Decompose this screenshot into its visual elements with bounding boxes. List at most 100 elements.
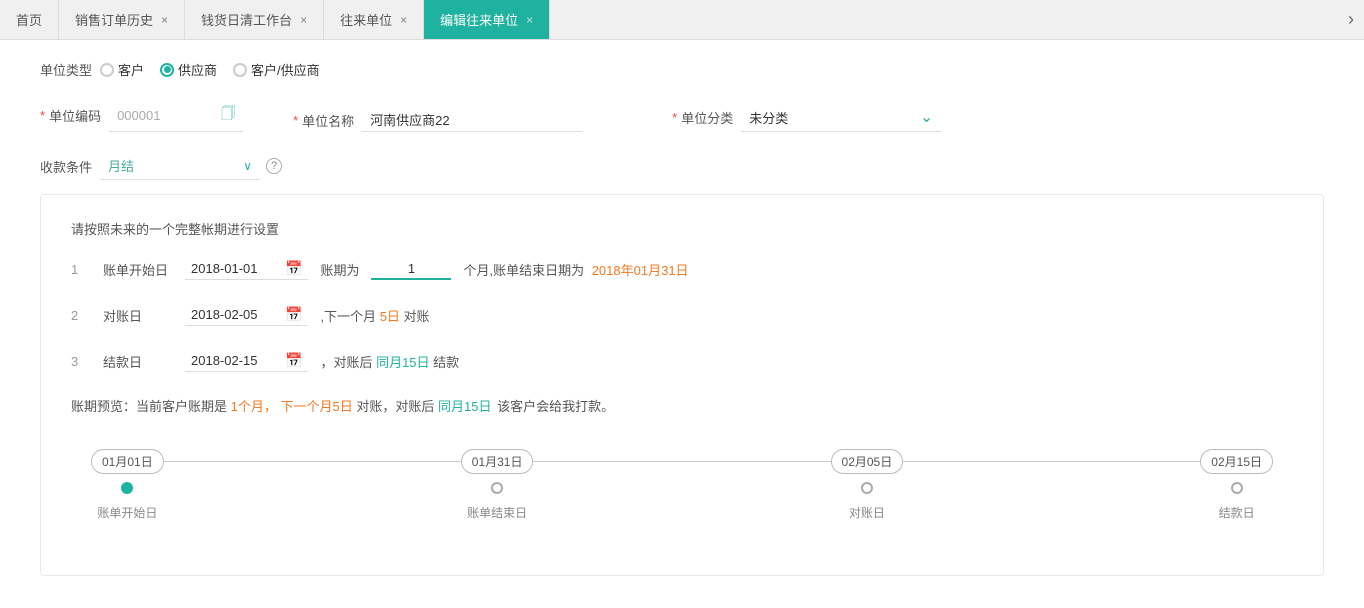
unit-code-label: 单位编码 [49, 106, 101, 125]
tab-sales-close-icon[interactable]: × [161, 13, 168, 27]
timeline-dot-2 [491, 482, 503, 494]
tab-partner-label: 往来单位 [340, 10, 392, 29]
chevron-down-icon: ⌄ [920, 107, 933, 127]
radio-both[interactable]: 客户/供应商 [233, 60, 320, 79]
unit-type-row: 单位类型 客户 供应商 客户/供应商 [40, 60, 1324, 79]
payment-group: 收款条件 月结 ∨ ? [40, 152, 282, 180]
preview-span3: 同月15日 [438, 399, 491, 414]
date-field-3[interactable] [191, 353, 281, 368]
timeline-item-3: 02月05日 对账日 [831, 449, 904, 521]
preview-span2: 下一个月5日 [281, 399, 353, 414]
radio-both-circle [233, 63, 247, 77]
date-field-2[interactable] [191, 307, 281, 322]
radio-supplier[interactable]: 供应商 [160, 60, 217, 79]
tab-sales-order[interactable]: 销售订单历史 × [59, 0, 185, 39]
unit-class-select[interactable]: 未分类 ⌄ [741, 103, 941, 132]
setting-row-2: 2 对账日 📅 ,下一个月 5日 对账 [71, 304, 1293, 326]
unit-name-star: * [293, 113, 298, 128]
row-num-2: 2 [71, 308, 91, 323]
timeline-dot-1 [121, 482, 133, 494]
timeline-label-3: 对账日 [849, 504, 885, 521]
tab-partner[interactable]: 往来单位 × [324, 0, 424, 39]
row-end-date-highlight: 2018年01月31日 [592, 263, 689, 278]
unit-code-star: * [40, 108, 45, 123]
unit-class-label: 单位分类 [681, 108, 733, 127]
timeline-label-4: 结款日 [1219, 504, 1255, 521]
chevron-right-icon: › [1348, 9, 1354, 30]
help-icon[interactable]: ? [266, 158, 282, 174]
payment-value: 月结 [108, 156, 235, 175]
date-input-1: 📅 [185, 258, 308, 280]
row-desc-prefix-1: 账期为 [320, 260, 359, 279]
preview-text: 账期预览：当前客户账期是 1个月， 下一个月5日 对账，对账后 同月15日 该客… [71, 396, 1293, 415]
timeline-dot-4 [1231, 482, 1243, 494]
timeline-label-1: 账单开始日 [97, 504, 157, 521]
preview-span1: 1个月， [231, 399, 277, 414]
timeline-badge-4: 02月15日 [1200, 449, 1273, 474]
row-label-1: 账单开始日 [103, 260, 173, 279]
tab-home[interactable]: 首页 [0, 0, 59, 39]
tab-edit-close-icon[interactable]: × [526, 13, 533, 27]
timeline-item-2: 01月31日 账单结束日 [461, 449, 534, 521]
tab-partner-close-icon[interactable]: × [400, 13, 407, 27]
settings-title: 请按照未来的一个完整帐期进行设置 [71, 219, 1293, 238]
setting-row-1: 1 账单开始日 📅 账期为 个月,账单结束日期为 2018年01月31日 [71, 258, 1293, 280]
row-num-3: 3 [71, 354, 91, 369]
timeline-badge-3: 02月05日 [831, 449, 904, 474]
calendar-icon-2[interactable]: 📅 [285, 306, 302, 323]
timeline-dot-3 [861, 482, 873, 494]
unit-class-group: * 单位分类 未分类 ⌄ [672, 103, 941, 132]
radio-customer[interactable]: 客户 [100, 60, 144, 79]
calendar-icon-1[interactable]: 📅 [285, 260, 302, 277]
row-desc-3-suffix: 结款 [433, 355, 459, 370]
unit-code-group: * 单位编码 🗍 [40, 99, 243, 132]
period-input-1[interactable] [371, 259, 451, 280]
tab-cash-close-icon[interactable]: × [300, 13, 307, 27]
unit-info-row: * 单位编码 🗍 * 单位名称 * 单位分类 未分类 ⌄ [40, 99, 1324, 132]
tab-edit-partner[interactable]: 编辑往来单位 × [424, 0, 550, 39]
payment-label: 收款条件 [40, 157, 92, 176]
row-desc-suffix-1: 个月,账单结束日期为 2018年01月31日 [463, 260, 688, 279]
preview-suffix: 该客户会给我打款。 [497, 399, 614, 414]
row-months-text: 个月,账单结束日期为 [463, 263, 584, 278]
row-desc-2-prefix: ,下一个月 [320, 309, 376, 324]
row-desc-3-prefix: ，对账后 [320, 355, 372, 370]
unit-class-star: * [672, 110, 677, 125]
tab-cash-work[interactable]: 钱货日清工作台 × [185, 0, 324, 39]
payment-chevron-icon: ∨ [243, 159, 252, 173]
tab-cash-label: 钱货日清工作台 [201, 10, 292, 29]
row-num-1: 1 [71, 262, 91, 277]
main-content: 单位类型 客户 供应商 客户/供应商 * 单位编码 [0, 40, 1364, 608]
row-label-2: 对账日 [103, 306, 173, 325]
unit-code-input[interactable] [117, 108, 217, 123]
setting-row-3: 3 结款日 📅 ，对账后 同月15日 结款 [71, 350, 1293, 372]
payment-select[interactable]: 月结 ∨ [100, 152, 260, 180]
preview-prefix: 账期预览：当前客户账期是 [71, 399, 227, 414]
tab-edit-label: 编辑往来单位 [440, 10, 518, 29]
help-icon-label: ? [271, 160, 277, 172]
timeline-label-2: 账单结束日 [467, 504, 527, 521]
unit-type-label: 单位类型 [40, 60, 92, 79]
payment-row: 收款条件 月结 ∨ ? [40, 152, 1324, 180]
date-field-1[interactable] [191, 261, 281, 276]
row-desc-3-highlight: 同月15日 [376, 355, 429, 370]
tab-bar: 首页 销售订单历史 × 钱货日清工作台 × 往来单位 × 编辑往来单位 × › [0, 0, 1364, 40]
tab-more-button[interactable]: › [1338, 0, 1364, 39]
unit-class-value: 未分类 [749, 108, 920, 127]
unit-code-input-wrap: 🗍 [109, 99, 243, 132]
tab-sales-label: 销售订单历史 [75, 10, 153, 29]
tab-home-label: 首页 [16, 10, 42, 29]
unit-name-group: * 单位名称 [293, 108, 582, 132]
unit-name-label: 单位名称 [302, 111, 354, 130]
unit-name-input[interactable] [362, 108, 582, 132]
date-input-2: 📅 [185, 304, 308, 326]
calendar-icon-3[interactable]: 📅 [285, 352, 302, 369]
settings-box: 请按照未来的一个完整帐期进行设置 1 账单开始日 📅 账期为 个月,账单结束日期… [40, 194, 1324, 576]
radio-supplier-circle [160, 63, 174, 77]
row-desc-2: ,下一个月 5日 对账 [320, 306, 429, 325]
unit-type-group: 单位类型 客户 供应商 客户/供应商 [40, 60, 320, 79]
date-input-3: 📅 [185, 350, 308, 372]
unit-code-icon[interactable]: 🗍 [221, 103, 235, 127]
timeline-container: 01月01日 账单开始日 01月31日 账单结束日 02月05日 对账日 [71, 439, 1293, 551]
radio-supplier-label: 供应商 [178, 60, 217, 79]
